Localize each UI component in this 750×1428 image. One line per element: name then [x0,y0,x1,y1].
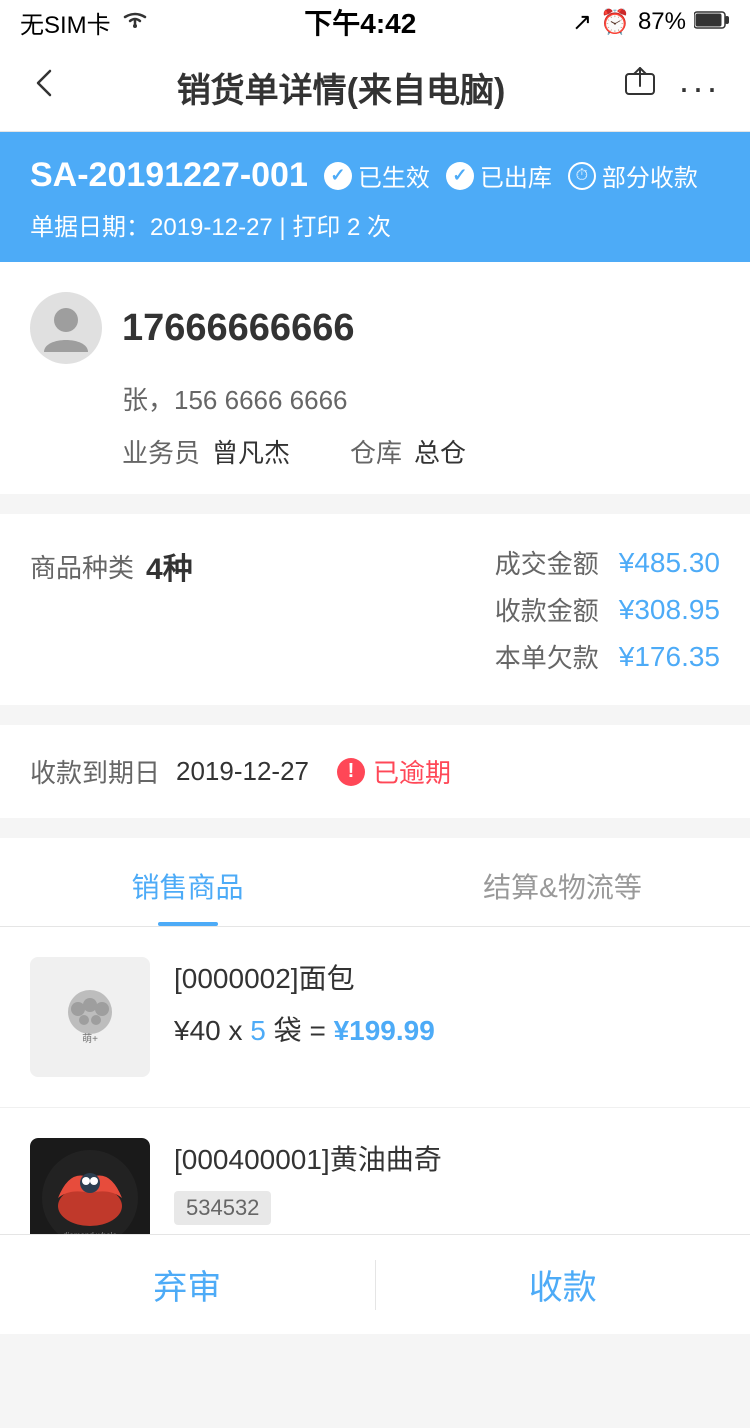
battery-text: 87% [638,8,686,36]
warehouse-item: 仓库 总仓 [350,433,466,470]
order-id: SA-20191227-001 [30,156,308,195]
debt-value: ¥176.35 [619,641,720,673]
reject-button[interactable]: 弃审 [0,1240,375,1329]
product-total-bread: ¥199.99 [334,1015,435,1046]
carrier-text: 无SIM卡 [20,5,111,40]
product-sku-cookie: 534532 [174,1191,271,1225]
collect-button[interactable]: 收款 [376,1240,750,1329]
debt-row: 本单欠款 ¥176.35 [495,638,720,675]
collected-value: ¥308.95 [619,594,720,626]
product-name-cookie: [000400001]黄油曲奇 [174,1138,720,1178]
product-qty-bread: 5 [250,1015,266,1046]
page-title: 销货单详情(来自电脑) [177,63,506,112]
nav-bar: 销货单详情(来自电脑) ··· [0,44,750,132]
sales-rep-item: 业务员 曾凡杰 [122,433,290,470]
share-icon[interactable] [622,66,658,109]
product-image-bread: 萌+ [30,957,150,1077]
customer-name-phone: 张，156 6666 6666 [30,380,720,417]
overdue-badge: ! 已逾期 [325,749,463,794]
battery-icon [694,8,730,36]
overdue-text: 已逾期 [373,753,451,790]
clock-icon: ⏱ [568,162,596,190]
bottom-bar: 弃审 收款 [0,1234,750,1334]
deal-amount-value: ¥485.30 [619,547,720,579]
sales-rep-label: 业务员 [122,433,200,470]
svg-text:萌+: 萌+ [82,1032,98,1045]
check-icon-activated: ✓ [324,162,352,190]
back-button[interactable] [30,61,60,115]
header-banner: SA-20191227-001 ✓ 已生效 ✓ 已出库 ⏱ 部分收款 单据日期：… [0,132,750,262]
nav-actions: ··· [622,66,720,109]
order-date: 单据日期：2019-12-27 | 打印 2 次 [30,207,720,242]
status-bar: 无SIM卡 下午4:42 ↗ ⏰ 87% [0,0,750,44]
amounts-section: 商品种类 4种 成交金额 ¥485.30 收款金额 ¥308.95 本单欠款 ¥… [0,514,750,705]
debt-label: 本单欠款 [495,638,599,675]
check-icon-dispatched: ✓ [446,162,474,190]
wifi-icon [121,8,149,36]
overdue-icon: ! [337,758,365,786]
product-details-bread: [0000002]面包 ¥40 x 5 袋 = ¥199.99 [174,957,720,1049]
product-types-count: 4种 [146,544,193,588]
badge-dispatched: ✓ 已出库 [446,158,552,193]
due-section: 收款到期日 2019-12-27 ! 已逾期 [0,725,750,818]
product-types-label: 商品种类 [30,548,134,585]
product-price-bread: ¥40 x 5 袋 = ¥199.99 [174,1009,720,1049]
badge-activated: ✓ 已生效 [324,158,430,193]
deal-amount-row: 成交金额 ¥485.30 [495,544,720,581]
customer-avatar [30,292,102,364]
customer-section: 17666666666 张，156 6666 6666 业务员 曾凡杰 仓库 总… [0,262,750,494]
due-label: 收款到期日 [30,753,160,790]
more-icon[interactable]: ··· [678,67,720,109]
tabs: 销售商品 结算&物流等 [0,838,750,927]
tab-settlement[interactable]: 结算&物流等 [375,838,750,926]
status-time: 下午4:42 [304,2,416,42]
product-name-bread: [0000002]面包 [174,957,720,997]
status-left: 无SIM卡 [20,5,149,40]
due-date: 2019-12-27 [176,756,309,787]
customer-phone: 17666666666 [122,307,354,350]
amount-details: 成交金额 ¥485.30 收款金额 ¥308.95 本单欠款 ¥176.35 [495,544,720,675]
tab-sales-products[interactable]: 销售商品 [0,838,375,926]
collected-label: 收款金额 [495,591,599,628]
status-right: ↗ ⏰ 87% [572,8,730,37]
deal-amount-label: 成交金额 [495,544,599,581]
collected-row: 收款金额 ¥308.95 [495,591,720,628]
customer-info-row: 业务员 曾凡杰 仓库 总仓 [30,433,720,470]
location-icon: ↗ [572,8,592,37]
warehouse-label: 仓库 [350,433,402,470]
product-item-bread: 萌+ [0000002]面包 ¥40 x 5 袋 = ¥199.99 [0,927,750,1108]
sales-rep-value: 曾凡杰 [212,433,290,470]
warehouse-value: 总仓 [414,433,466,470]
alarm-icon: ⏰ [600,8,630,37]
product-types: 商品种类 4种 [30,544,193,588]
badge-partial: ⏱ 部分收款 [568,158,698,193]
